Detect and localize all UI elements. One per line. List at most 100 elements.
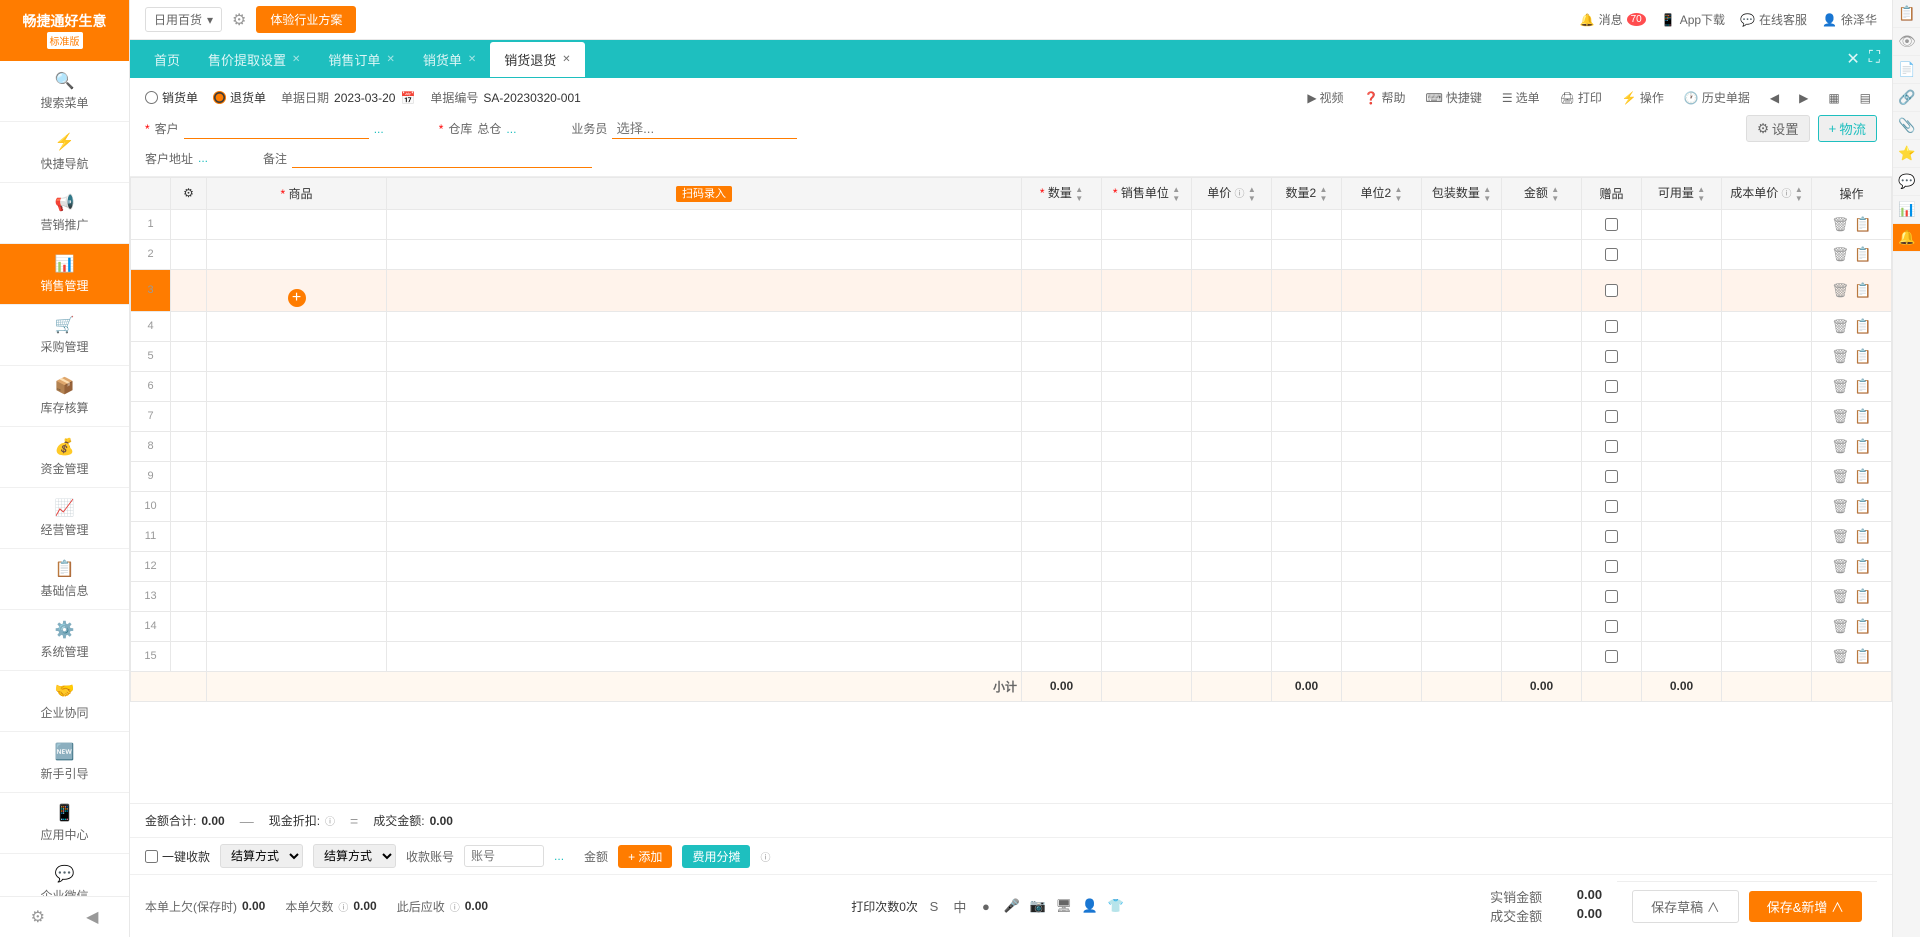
cell-qty2-5[interactable]: [1272, 341, 1342, 371]
discount-help-icon[interactable]: ⓘ: [325, 813, 335, 828]
gift-checkbox-4[interactable]: [1605, 320, 1618, 333]
cell-avail-1[interactable]: [1642, 209, 1722, 239]
right-tool-eye[interactable]: 👁: [1893, 28, 1920, 56]
cell-unit-2[interactable]: [1102, 239, 1192, 269]
cell-pkg-9[interactable]: [1422, 461, 1502, 491]
cell-price-12[interactable]: [1192, 551, 1272, 581]
cell-avail-5[interactable]: [1642, 341, 1722, 371]
cell-avail-6[interactable]: [1642, 371, 1722, 401]
cell-product-12[interactable]: [207, 551, 387, 581]
cell-gift-13[interactable]: [1582, 581, 1642, 611]
cell-price-1[interactable]: [1192, 209, 1272, 239]
copy-icon-2[interactable]: 📋: [1854, 246, 1871, 263]
copy-icon-9[interactable]: 📋: [1854, 468, 1871, 485]
fees-btn[interactable]: 费用分摊: [682, 845, 750, 868]
cell-gift-6[interactable]: [1582, 371, 1642, 401]
cell-qty-2[interactable]: [1022, 239, 1102, 269]
tab-expand-icon[interactable]: ⛶: [1867, 47, 1882, 71]
cell-qty-14[interactable]: [1022, 611, 1102, 641]
cell-unit-7[interactable]: [1102, 401, 1192, 431]
cell-avail-15[interactable]: [1642, 641, 1722, 671]
cell-pkg-12[interactable]: [1422, 551, 1502, 581]
toolbar-print-btn[interactable]: 🖨 打印: [1554, 86, 1608, 109]
right-tool-clipboard[interactable]: 📋: [1893, 0, 1920, 28]
cell-unit2-12[interactable]: [1342, 551, 1422, 581]
cell-amount-9[interactable]: [1502, 461, 1582, 491]
customer-dots[interactable]: ...: [374, 122, 384, 136]
industry-select[interactable]: 日用百货 ▾: [145, 7, 222, 32]
copy-icon-12[interactable]: 📋: [1854, 558, 1871, 575]
cell-amount-14[interactable]: [1502, 611, 1582, 641]
cell-cost-5[interactable]: [1722, 341, 1812, 371]
cell-amount-6[interactable]: [1502, 371, 1582, 401]
online-service[interactable]: 💬 在线客服: [1740, 11, 1807, 28]
copy-icon-5[interactable]: 📋: [1854, 348, 1871, 365]
cell-avail-14[interactable]: [1642, 611, 1722, 641]
cell-qty2-10[interactable]: [1272, 491, 1342, 521]
cell-qty2-8[interactable]: [1272, 431, 1342, 461]
sidebar-item-wechat[interactable]: 💬企业微信: [0, 854, 129, 896]
tool-icon-5[interactable]: 📷: [1027, 895, 1049, 917]
sidebar-item-purchase[interactable]: 🛒采购管理: [0, 305, 129, 366]
cell-pkg-2[interactable]: [1422, 239, 1502, 269]
cell-gift-14[interactable]: [1582, 611, 1642, 641]
add-payment-btn[interactable]: + 添加: [618, 845, 672, 868]
cell-avail-4[interactable]: [1642, 311, 1722, 341]
sidebar-item-system[interactable]: ⚙️系统管理: [0, 610, 129, 671]
copy-icon-13[interactable]: 📋: [1854, 588, 1871, 605]
cell-product-4[interactable]: [207, 311, 387, 341]
add-row-btn-3[interactable]: +: [288, 289, 306, 307]
cell-unit2-2[interactable]: [1342, 239, 1422, 269]
gift-checkbox-14[interactable]: [1605, 620, 1618, 633]
tool-icon-6[interactable]: 🖥: [1053, 895, 1075, 917]
cell-qty2-1[interactable]: [1272, 209, 1342, 239]
sidebar-item-basic[interactable]: 📋基础信息: [0, 549, 129, 610]
cell-unit2-11[interactable]: [1342, 521, 1422, 551]
sidebar-item-guide[interactable]: 🆕新手引导: [0, 732, 129, 793]
right-tool-attach[interactable]: 📎: [1893, 112, 1920, 140]
cell-qty-15[interactable]: [1022, 641, 1102, 671]
cell-price-2[interactable]: [1192, 239, 1272, 269]
th-scan[interactable]: 扫码录入: [387, 178, 1022, 210]
cell-unit-12[interactable]: [1102, 551, 1192, 581]
copy-icon-6[interactable]: 📋: [1854, 378, 1871, 395]
settings-icon[interactable]: ⚙: [31, 907, 45, 927]
cell-unit2-13[interactable]: [1342, 581, 1422, 611]
settings-button[interactable]: ⚙ 设置: [1746, 115, 1810, 142]
cell-unit-15[interactable]: [1102, 641, 1192, 671]
cell-qty-11[interactable]: [1022, 521, 1102, 551]
cell-amount-1[interactable]: [1502, 209, 1582, 239]
toolbar-operate-btn[interactable]: ⚡ 操作: [1616, 86, 1670, 109]
cell-qty-10[interactable]: [1022, 491, 1102, 521]
cell-unit-6[interactable]: [1102, 371, 1192, 401]
copy-icon-7[interactable]: 📋: [1854, 408, 1871, 425]
sidebar-item-inventory[interactable]: 📦库存核算: [0, 366, 129, 427]
cell-gift-7[interactable]: [1582, 401, 1642, 431]
sidebar-item-marketing[interactable]: 📢营销推广: [0, 183, 129, 244]
cell-cost-2[interactable]: [1722, 239, 1812, 269]
gift-checkbox-5[interactable]: [1605, 350, 1618, 363]
copy-icon-3[interactable]: 📋: [1854, 282, 1871, 299]
cell-product-13[interactable]: [207, 581, 387, 611]
toolbar-list-view-btn[interactable]: ▤: [1854, 88, 1877, 108]
sidebar-item-shortcut[interactable]: ⚡快捷导航: [0, 122, 129, 183]
cell-cost-14[interactable]: [1722, 611, 1812, 641]
cell-gift-10[interactable]: [1582, 491, 1642, 521]
cell-gift-11[interactable]: [1582, 521, 1642, 551]
topbar-settings-icon[interactable]: ⚙: [232, 10, 246, 30]
radio-return-input[interactable]: [213, 91, 226, 104]
delete-icon-11[interactable]: 🗑: [1831, 528, 1849, 545]
save-draft-button[interactable]: 保存草稿 ∧: [1632, 890, 1739, 923]
cell-unit2-7[interactable]: [1342, 401, 1422, 431]
cell-qty-4[interactable]: [1022, 311, 1102, 341]
tab-sales-delivery[interactable]: 销货单 ✕: [409, 42, 490, 77]
gift-checkbox-15[interactable]: [1605, 650, 1618, 663]
gift-checkbox-1[interactable]: [1605, 218, 1618, 231]
account-input[interactable]: [464, 845, 544, 867]
cell-price-11[interactable]: [1192, 521, 1272, 551]
cell-avail-7[interactable]: [1642, 401, 1722, 431]
cell-qty2-3[interactable]: [1272, 269, 1342, 311]
cell-unit2-5[interactable]: [1342, 341, 1422, 371]
copy-icon-10[interactable]: 📋: [1854, 498, 1871, 515]
cell-qty-13[interactable]: [1022, 581, 1102, 611]
